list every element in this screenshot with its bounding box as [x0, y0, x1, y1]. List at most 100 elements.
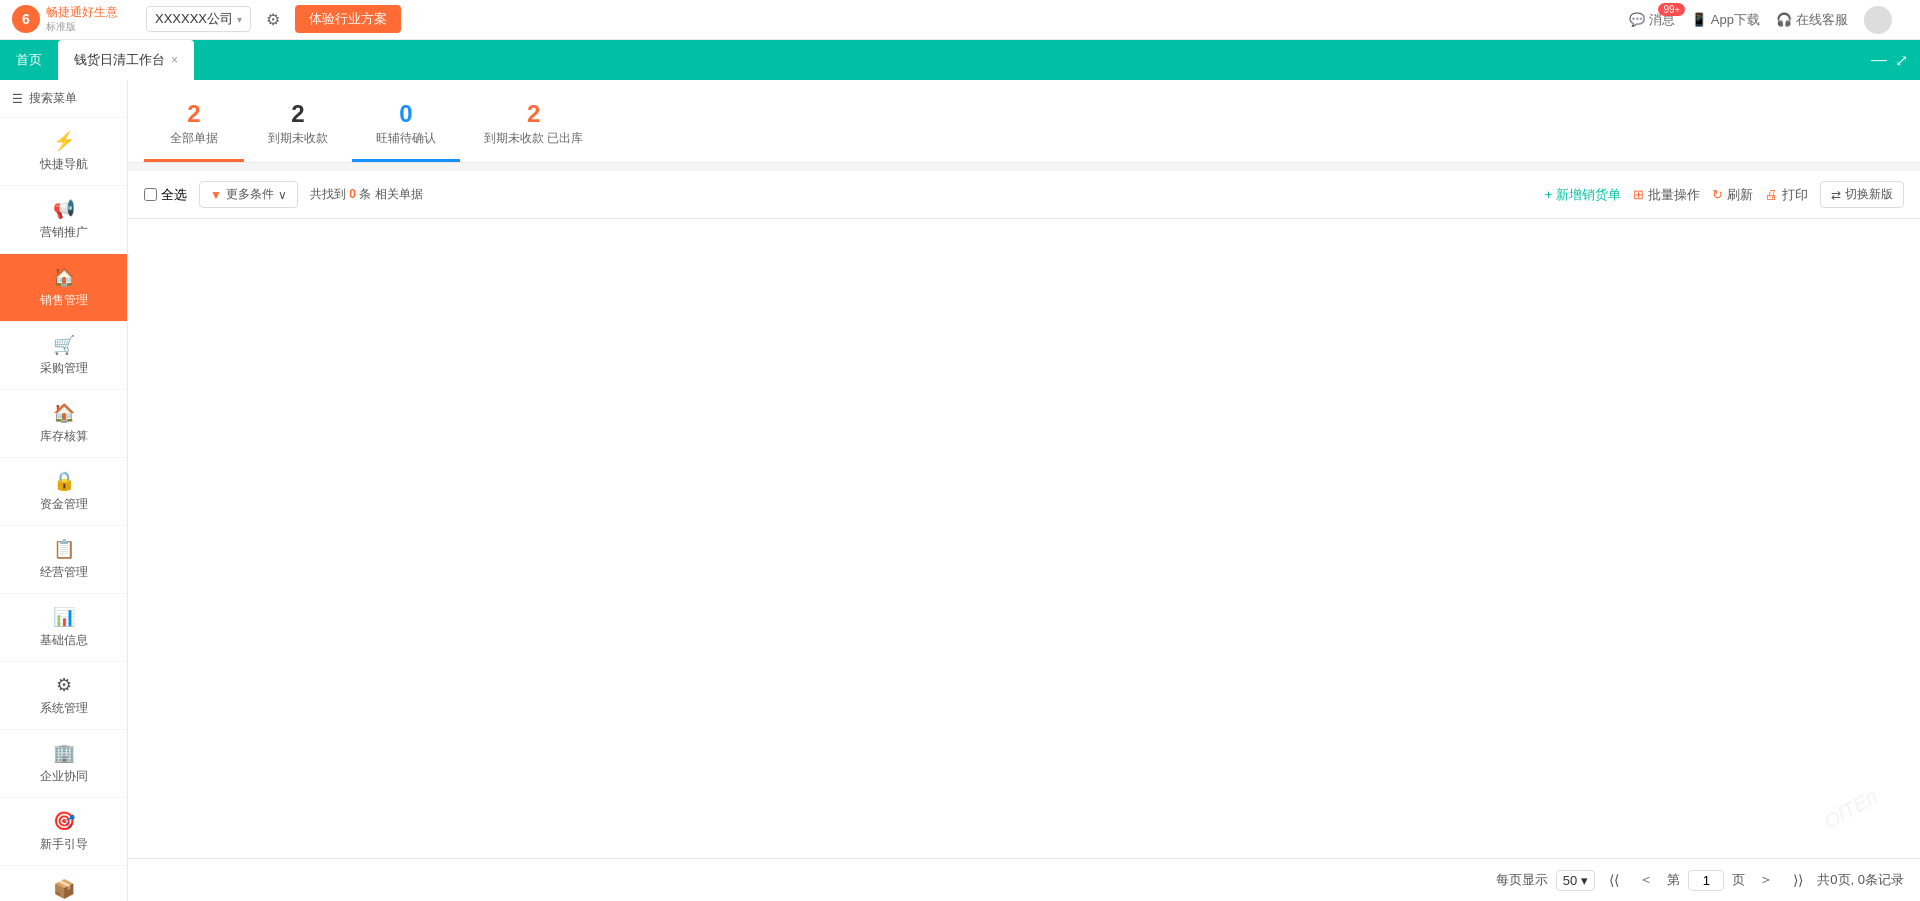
- refresh-button[interactable]: ↻ 刷新: [1712, 186, 1753, 204]
- tab-workbench-label: 钱货日清工作台: [74, 51, 165, 69]
- stat-num-overdue: 2: [291, 100, 304, 128]
- search-icon: ☰: [12, 92, 23, 106]
- print-label: 打印: [1782, 186, 1808, 204]
- sidebar-item-label: 新手引导: [40, 836, 88, 853]
- logo-text: 畅捷通好生意: [46, 5, 118, 19]
- sales-icon: 🏠: [53, 266, 75, 288]
- clipboard-icon: 📋: [53, 538, 75, 560]
- tab-workbench[interactable]: 钱货日清工作台 ×: [58, 40, 194, 80]
- content-area: 2 全部单据 2 到期未收款 0 旺辅待确认 2 到期未收款 已出库 全选: [128, 80, 1920, 901]
- stat-tab-pending[interactable]: 0 旺辅待确认: [352, 92, 460, 162]
- sidebar-item-sales[interactable]: 🏠 销售管理: [0, 254, 127, 322]
- sidebar-item-label: 基础信息: [40, 632, 88, 649]
- online-service-action[interactable]: 🎧 在线客服: [1776, 11, 1848, 29]
- sidebar-item-label: 系统管理: [40, 700, 88, 717]
- chevron-down-icon: ∨: [278, 188, 287, 202]
- top-header: 6 畅捷通好生意 标准版 XXXXXX公司 ▾ ⚙ 体验行业方案 💬 消息 99…: [0, 0, 1920, 40]
- stat-num-all: 2: [187, 100, 200, 128]
- sidebar-item-operations[interactable]: 📋 经营管理: [0, 526, 127, 594]
- stat-tab-all[interactable]: 2 全部单据: [144, 92, 244, 162]
- page-input[interactable]: [1688, 870, 1724, 891]
- stat-tab-overdue[interactable]: 2 到期未收款: [244, 92, 352, 162]
- app-download-action[interactable]: 📱 App下载: [1691, 11, 1760, 29]
- main-layout: ☰ 搜索菜单 ⚡ 快捷导航 📢 营销推广 🏠 销售管理 🛒 采购管理 🏠 库存核…: [0, 80, 1920, 901]
- sidebar-item-guide[interactable]: 🎯 新手引导: [0, 798, 127, 866]
- page-first-btn[interactable]: ⟨⟨: [1603, 870, 1625, 890]
- select-all-checkbox[interactable]: 全选: [144, 186, 187, 204]
- batch-icon: ⊞: [1633, 187, 1644, 202]
- page-size-value: 50: [1563, 873, 1577, 888]
- tab-home[interactable]: 首页: [0, 40, 58, 80]
- sidebar-item-quick-nav[interactable]: ⚡ 快捷导航: [0, 118, 127, 186]
- headset-icon: 🎧: [1776, 12, 1792, 27]
- target-icon: 🎯: [53, 810, 75, 832]
- filter-icon: ▼: [210, 188, 222, 202]
- page-size-select[interactable]: 50 ▾: [1556, 870, 1595, 891]
- message-action[interactable]: 💬 消息 99+: [1629, 11, 1675, 29]
- refresh-icon: ↻: [1712, 187, 1723, 202]
- toolbar: 全选 ▼ 更多条件 ∨ 共找到 0 条 相关单据 + 新增销货单 ⊞ 批量操作: [128, 171, 1920, 219]
- header-right: 💬 消息 99+ 📱 App下载 🎧 在线客服: [1629, 6, 1908, 34]
- tab-maximize-btn[interactable]: ⤢: [1895, 51, 1908, 70]
- sidebar-item-basic-info[interactable]: 📊 基础信息: [0, 594, 127, 662]
- sidebar-item-label: 快捷导航: [40, 156, 88, 173]
- experience-button[interactable]: 体验行业方案: [295, 5, 401, 33]
- pagination: 每页显示 50 ▾ ⟨⟨ ＜ 第 页 ＞ ⟩⟩ 共0页, 0条记录: [128, 858, 1920, 901]
- company-selector[interactable]: XXXXXX公司 ▾: [146, 6, 251, 32]
- sidebar-item-cooperation[interactable]: 🏢 企业协同: [0, 730, 127, 798]
- sidebar-search[interactable]: ☰ 搜索菜单: [0, 80, 127, 118]
- lightning-icon: ⚡: [53, 130, 75, 152]
- stat-tab-shipped[interactable]: 2 到期未收款 已出库: [460, 92, 607, 162]
- grid-icon: 📊: [53, 606, 75, 628]
- page-last-btn[interactable]: ⟩⟩: [1787, 870, 1809, 890]
- sidebar-item-label: 营销推广: [40, 224, 88, 241]
- page-next-btn[interactable]: ＞: [1753, 869, 1779, 891]
- found-count: 0: [349, 187, 356, 201]
- found-text: 共找到 0 条 相关单据: [310, 186, 423, 203]
- new-sale-button[interactable]: + 新增销货单: [1545, 186, 1621, 204]
- online-service-label: 在线客服: [1796, 11, 1848, 29]
- sidebar-item-purchase[interactable]: 🛒 采购管理: [0, 322, 127, 390]
- stat-label-all: 全部单据: [170, 130, 218, 147]
- user-avatar[interactable]: [1864, 6, 1892, 34]
- batch-button[interactable]: ⊞ 批量操作: [1633, 186, 1700, 204]
- per-page-label: 每页显示: [1496, 871, 1548, 889]
- total-text: 共0页, 0条记录: [1817, 871, 1904, 889]
- sidebar-item-label: 库存核算: [40, 428, 88, 445]
- sidebar-item-label: 销售管理: [40, 292, 88, 309]
- sidebar-item-inventory[interactable]: 🏠 库存核算: [0, 390, 127, 458]
- print-button[interactable]: 🖨 打印: [1765, 186, 1808, 204]
- sidebar-item-app-center[interactable]: 📦 应用中心: [0, 866, 127, 901]
- filter-button[interactable]: ▼ 更多条件 ∨: [199, 181, 298, 208]
- settings-icon[interactable]: ⚙: [259, 5, 287, 33]
- stat-num-shipped: 2: [527, 100, 540, 128]
- sidebar-item-marketing[interactable]: 📢 营销推广: [0, 186, 127, 254]
- stats-tabs: 2 全部单据 2 到期未收款 0 旺辅待确认 2 到期未收款 已出库: [128, 80, 1920, 163]
- header-left: 6 畅捷通好生意 标准版 XXXXXX公司 ▾ ⚙ 体验行业方案: [12, 5, 401, 33]
- page-prev-btn[interactable]: ＜: [1633, 869, 1659, 891]
- logo-sub: 标准版: [46, 20, 118, 34]
- box-icon: 📦: [53, 878, 75, 900]
- sidebar-item-label: 采购管理: [40, 360, 88, 377]
- print-icon: 🖨: [1765, 187, 1778, 202]
- gear-icon: ⚙: [56, 674, 72, 696]
- switch-version-button[interactable]: ⇄ 切换新版: [1820, 181, 1904, 208]
- app-download-label: App下载: [1711, 11, 1760, 29]
- page-label: 第: [1667, 871, 1680, 889]
- select-all-label: 全选: [161, 186, 187, 204]
- logo-icon: 6: [12, 5, 40, 33]
- refresh-label: 刷新: [1727, 186, 1753, 204]
- new-sale-label: + 新增销货单: [1545, 186, 1621, 204]
- tab-close-icon[interactable]: ×: [171, 53, 178, 67]
- sidebar-item-label: 企业协同: [40, 768, 88, 785]
- table-area: [128, 219, 1920, 858]
- sidebar-item-label: 经营管理: [40, 564, 88, 581]
- sidebar-item-system[interactable]: ⚙ 系统管理: [0, 662, 127, 730]
- found-prefix: 共找到: [310, 187, 346, 201]
- switch-label: 切换新版: [1845, 186, 1893, 203]
- message-icon: 💬: [1629, 12, 1645, 27]
- select-all-input[interactable]: [144, 188, 157, 201]
- tab-minimize-btn[interactable]: —: [1871, 51, 1887, 69]
- sidebar-item-finance[interactable]: 🔒 资金管理: [0, 458, 127, 526]
- company-name: XXXXXX公司: [155, 10, 233, 28]
